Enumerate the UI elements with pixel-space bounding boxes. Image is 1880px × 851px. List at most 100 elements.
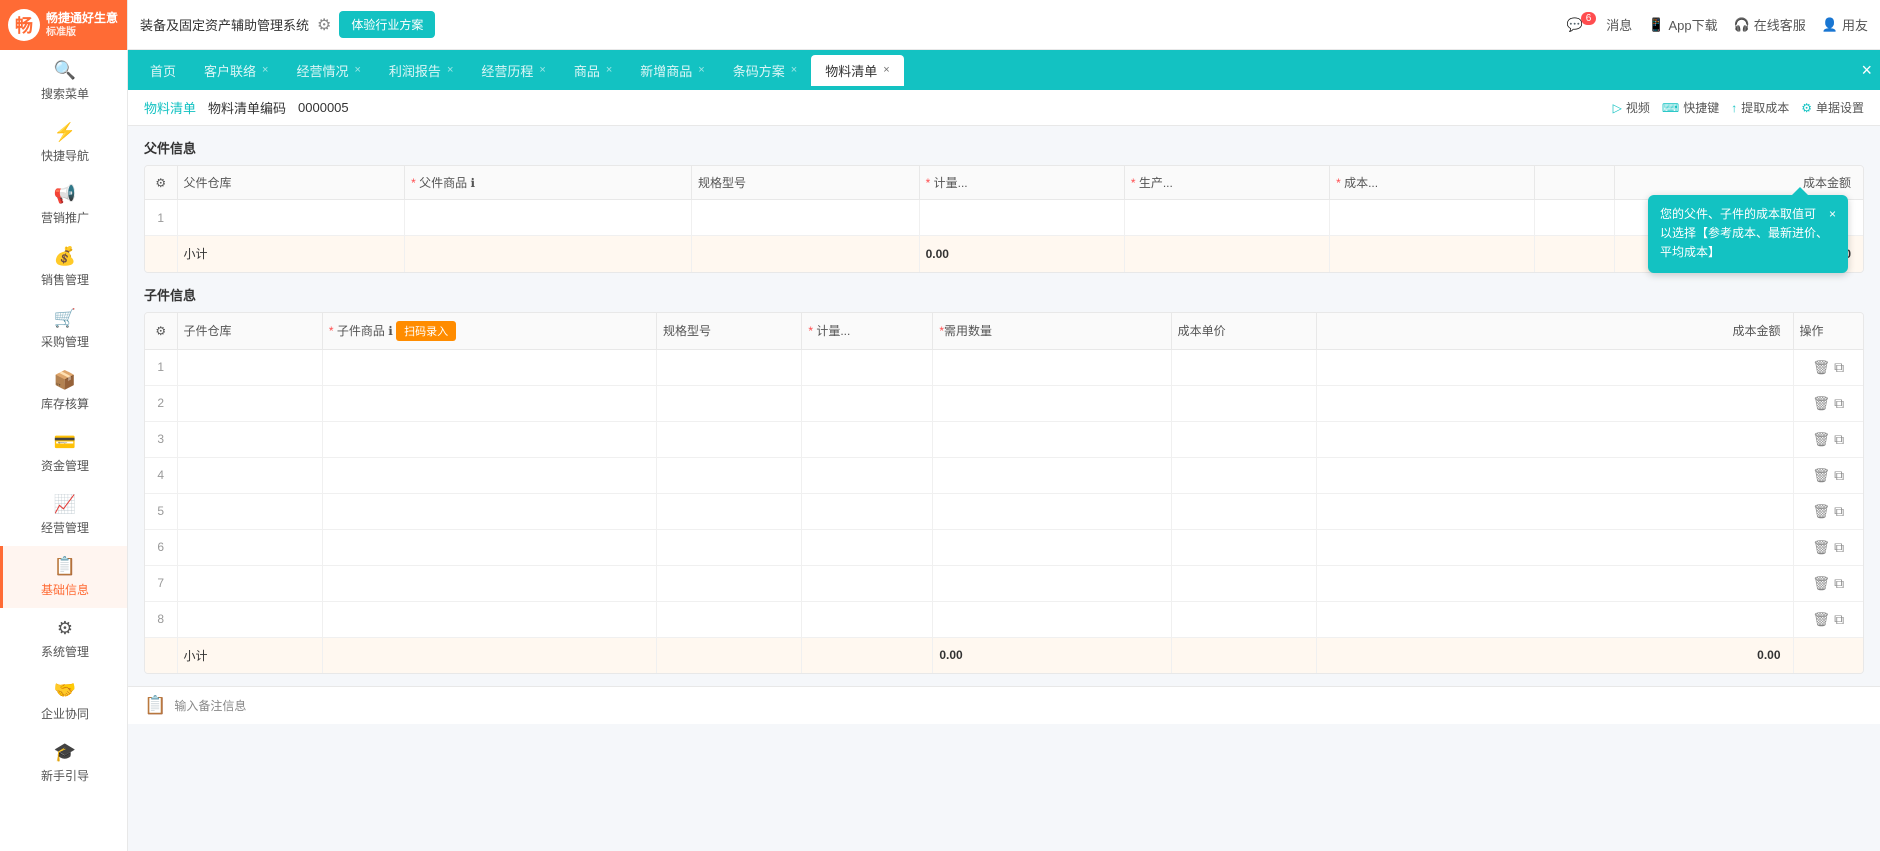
child-row-3-spec[interactable]	[656, 421, 801, 457]
child-row-2-warehouse[interactable]	[177, 385, 322, 421]
sidebar-item-finance[interactable]: 💳资金管理	[0, 422, 127, 484]
delete-icon-5[interactable]: 🗑	[1812, 503, 1830, 520]
tab-close-new_goods[interactable]: ×	[698, 64, 704, 76]
tab-close-barcode[interactable]: ×	[791, 64, 797, 76]
tab-business[interactable]: 经营情况×	[282, 55, 374, 86]
child-row-7-qty[interactable]	[933, 565, 1171, 601]
child-row-6-warehouse[interactable]	[177, 529, 322, 565]
child-row-3-warehouse[interactable]	[177, 421, 322, 457]
tab-barcode[interactable]: 条码方案×	[719, 55, 811, 86]
child-row-6-unit[interactable]	[802, 529, 933, 565]
sidebar-item-quick-nav[interactable]: ⚡快捷导航	[0, 112, 127, 174]
child-row-7-product[interactable]	[322, 565, 656, 601]
child-row-1-spec[interactable]	[656, 349, 801, 385]
delete-icon-2[interactable]: 🗑	[1812, 395, 1830, 412]
message-item[interactable]: 💬 6 消息	[1567, 15, 1633, 34]
delete-icon-6[interactable]: 🗑	[1812, 539, 1830, 556]
child-row-8-unit-cost[interactable]	[1171, 601, 1316, 637]
child-row-1-product[interactable]	[322, 349, 656, 385]
child-row-5-warehouse[interactable]	[177, 493, 322, 529]
child-row-4-warehouse[interactable]	[177, 457, 322, 493]
sidebar-item-sales[interactable]: 💰销售管理	[0, 236, 127, 298]
child-row-4-product[interactable]	[322, 457, 656, 493]
sidebar-item-enterprise[interactable]: 🤝企业协同	[0, 670, 127, 732]
child-row-4-qty[interactable]	[933, 457, 1171, 493]
child-row-6-spec[interactable]	[656, 529, 801, 565]
sidebar-item-guide[interactable]: 🎓新手引导	[0, 732, 127, 794]
parent-row-1-spec[interactable]	[692, 200, 920, 236]
copy-icon-7[interactable]: ⧉	[1834, 575, 1844, 592]
scan-button[interactable]: 扫码录入	[396, 321, 456, 341]
child-row-8-spec[interactable]	[656, 601, 801, 637]
tab-close-goods[interactable]: ×	[606, 64, 612, 76]
delete-icon-7[interactable]: 🗑	[1812, 575, 1830, 592]
child-row-3-qty[interactable]	[933, 421, 1171, 457]
child-row-8-unit[interactable]	[802, 601, 933, 637]
child-row-5-product[interactable]	[322, 493, 656, 529]
sidebar-item-system[interactable]: ⚙系统管理	[0, 608, 127, 670]
child-row-2-unit[interactable]	[802, 385, 933, 421]
copy-icon-6[interactable]: ⧉	[1834, 539, 1844, 556]
settings-icon[interactable]: ⚙	[317, 15, 331, 35]
child-row-8-qty[interactable]	[933, 601, 1171, 637]
tab-home[interactable]: 首页	[136, 55, 190, 86]
copy-icon-8[interactable]: ⧉	[1834, 611, 1844, 628]
tooltip-close[interactable]: ×	[1829, 205, 1836, 224]
sidebar-item-basic[interactable]: 📋基础信息	[0, 546, 127, 608]
child-row-7-spec[interactable]	[656, 565, 801, 601]
action-video[interactable]: ▷视频	[1613, 99, 1650, 116]
tab-profit[interactable]: 利润报告×	[375, 55, 467, 86]
child-row-2-spec[interactable]	[656, 385, 801, 421]
child-row-1-unit[interactable]	[802, 349, 933, 385]
child-row-4-spec[interactable]	[656, 457, 801, 493]
sidebar-item-marketing[interactable]: 📢营销推广	[0, 174, 127, 236]
child-row-2-product[interactable]	[322, 385, 656, 421]
online-service-item[interactable]: 🎧 在线客服	[1734, 15, 1806, 34]
parent-row-1-warehouse[interactable]	[177, 200, 405, 236]
user-item[interactable]: 👤 用友	[1822, 15, 1868, 34]
tab-close-customer[interactable]: ×	[262, 64, 268, 76]
child-row-6-product[interactable]	[322, 529, 656, 565]
app-download-item[interactable]: 📱 App下载	[1648, 15, 1717, 34]
child-row-8-product[interactable]	[322, 601, 656, 637]
experience-btn[interactable]: 体验行业方案	[339, 11, 435, 38]
delete-icon-8[interactable]: 🗑	[1812, 611, 1830, 628]
child-col-settings[interactable]: ⚙	[145, 313, 177, 350]
tab-close-bom[interactable]: ×	[883, 64, 889, 76]
child-row-5-unit[interactable]	[802, 493, 933, 529]
sidebar-item-purchase[interactable]: 🛒采购管理	[0, 298, 127, 360]
child-row-5-spec[interactable]	[656, 493, 801, 529]
child-row-1-unit-cost[interactable]	[1171, 349, 1316, 385]
action-shortcut[interactable]: ⌨快捷键	[1662, 99, 1719, 116]
parent-row-1-cost[interactable]	[1330, 200, 1535, 236]
breadcrumb-link[interactable]: 物料清单	[144, 98, 196, 117]
child-row-4-unit[interactable]	[802, 457, 933, 493]
delete-icon-1[interactable]: 🗑	[1812, 359, 1830, 376]
parent-col-settings[interactable]: ⚙	[145, 166, 177, 200]
child-row-7-warehouse[interactable]	[177, 565, 322, 601]
sidebar-item-search[interactable]: 🔍搜索菜单	[0, 50, 127, 112]
child-row-2-unit-cost[interactable]	[1171, 385, 1316, 421]
copy-icon-3[interactable]: ⧉	[1834, 431, 1844, 448]
tab-goods[interactable]: 商品×	[560, 55, 626, 86]
tab-close-profit[interactable]: ×	[447, 64, 453, 76]
child-row-1-warehouse[interactable]	[177, 349, 322, 385]
tab-close-history[interactable]: ×	[539, 64, 545, 76]
note-text[interactable]: 输入备注信息	[174, 697, 246, 714]
copy-icon-5[interactable]: ⧉	[1834, 503, 1844, 520]
sidebar-item-operations[interactable]: 📈经营管理	[0, 484, 127, 546]
child-row-6-qty[interactable]	[933, 529, 1171, 565]
parent-row-1-produce[interactable]	[1124, 200, 1329, 236]
tab-close-business[interactable]: ×	[354, 64, 360, 76]
child-row-7-unit[interactable]	[802, 565, 933, 601]
child-row-2-qty[interactable]	[933, 385, 1171, 421]
action-extract_cost[interactable]: ↑提取成本	[1731, 99, 1789, 116]
child-row-8-warehouse[interactable]	[177, 601, 322, 637]
child-row-6-unit-cost[interactable]	[1171, 529, 1316, 565]
delete-icon-3[interactable]: 🗑	[1812, 431, 1830, 448]
copy-icon-4[interactable]: ⧉	[1834, 467, 1844, 484]
tab-new_goods[interactable]: 新增商品×	[626, 55, 718, 86]
copy-icon-1[interactable]: ⧉	[1834, 359, 1844, 376]
copy-icon-2[interactable]: ⧉	[1834, 395, 1844, 412]
parent-row-1-product[interactable]	[405, 200, 692, 236]
